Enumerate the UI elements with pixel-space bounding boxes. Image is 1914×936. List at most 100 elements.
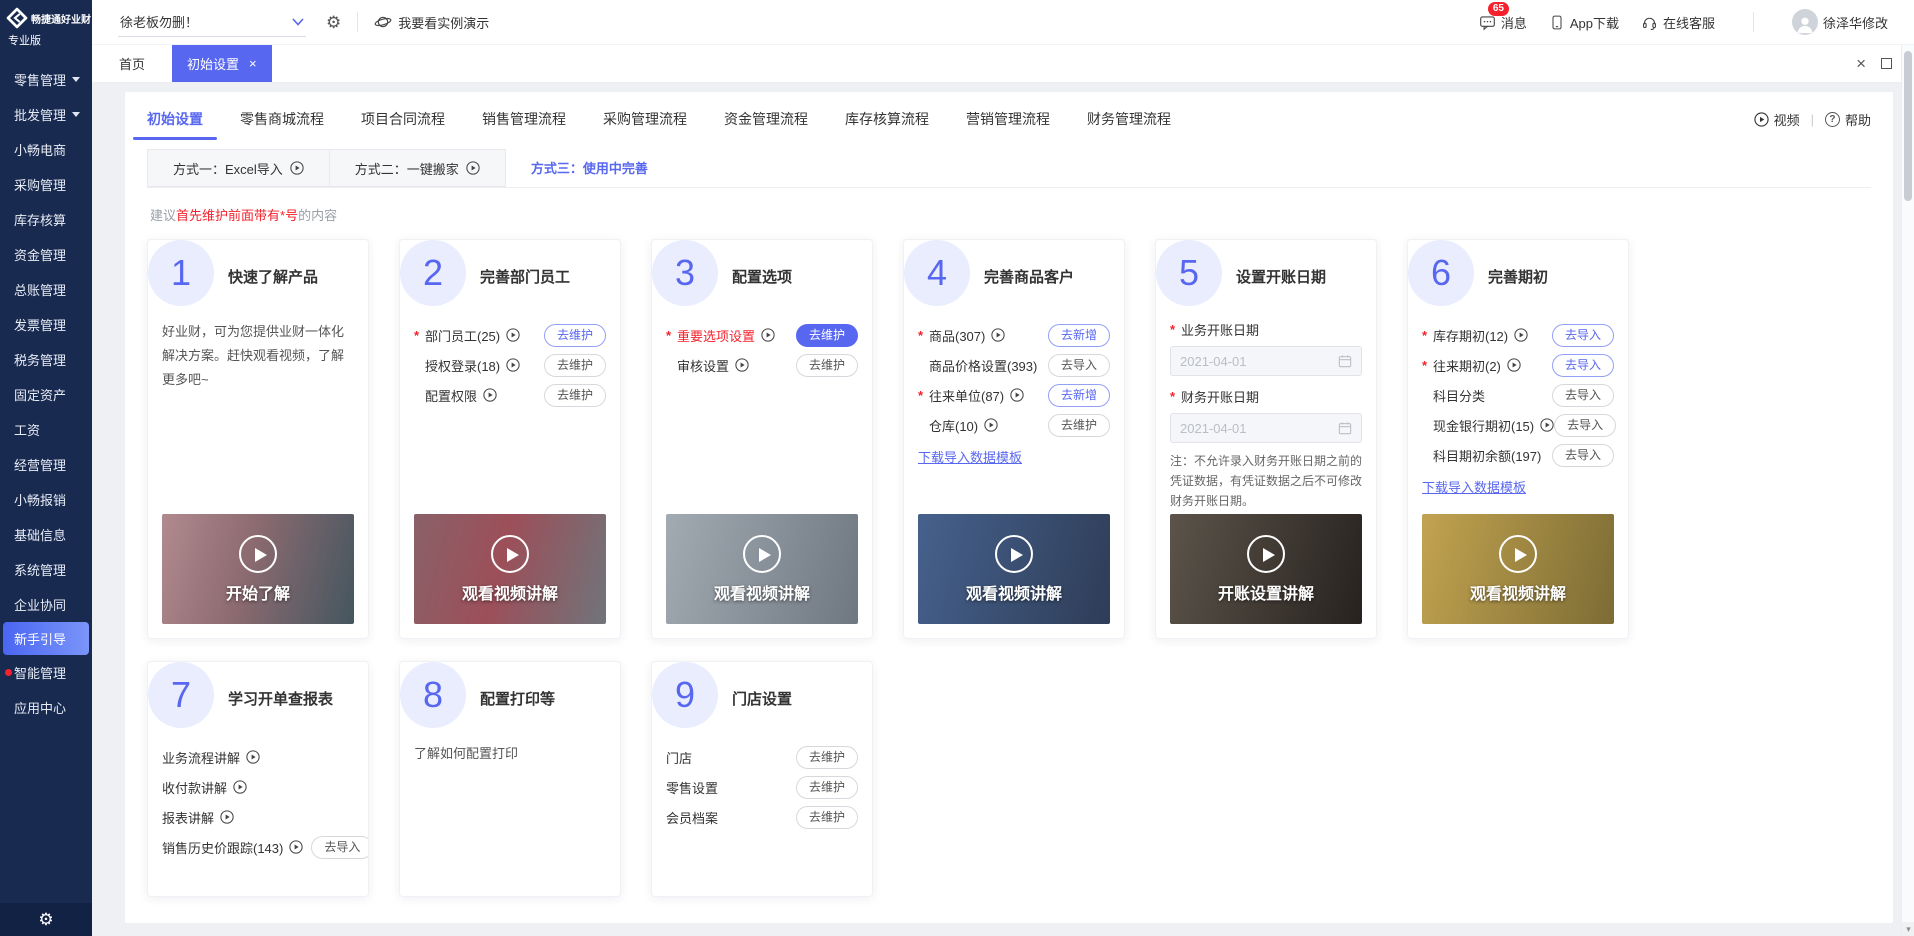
play-circle-icon[interactable] (246, 750, 260, 764)
play-circle-icon[interactable] (506, 358, 520, 372)
go-maintain-button[interactable]: 去维护 (795, 805, 858, 829)
sidebar-item-wholesale[interactable]: 批发管理 (0, 97, 92, 132)
play-circle-icon[interactable] (483, 388, 497, 402)
go-import-button[interactable]: 去导入 (1551, 443, 1614, 467)
sidebar-item-system[interactable]: 系统管理 (0, 552, 92, 587)
video-thumbnail[interactable]: 观看视频讲解 (918, 514, 1110, 624)
sidebar-item-beginner-guide[interactable]: 新手引导 (3, 622, 89, 655)
go-maintain-button[interactable]: 去维护 (795, 353, 858, 377)
gear-icon[interactable]: ⚙ (326, 14, 341, 31)
tab-finance-flow[interactable]: 财务管理流程 (1087, 109, 1171, 129)
app-download-button[interactable]: App下载 (1549, 13, 1619, 32)
sidebar-item-collaboration[interactable]: 企业协同 (0, 587, 92, 622)
play-circle-icon[interactable] (1540, 418, 1554, 432)
messages-button[interactable]: 65 消息 (1479, 1, 1527, 32)
demo-link[interactable]: 我要看实例演示 (374, 13, 489, 32)
sidebar-item-payroll[interactable]: 工资 (0, 412, 92, 447)
tab-purchase-flow[interactable]: 采购管理流程 (603, 109, 687, 129)
download-template-link[interactable]: 下载导入数据模板 (918, 447, 1022, 466)
video-button[interactable]: 视频 (1753, 110, 1800, 129)
go-add-button[interactable]: 去新增 (1047, 383, 1110, 407)
note-text: 注：不允许录入财务开账日期之前的凭证数据，有凭证数据之后不可修改财务开账日期。 (1170, 454, 1363, 508)
step-card-1: 1 快速了解产品 好业财，可为您提供业财一体化解决方案。赶快观看视频，了解更多吧… (147, 239, 369, 639)
video-thumbnail[interactable]: 开账设置讲解 (1170, 514, 1362, 624)
tab-funds-flow[interactable]: 资金管理流程 (724, 109, 808, 129)
company-selector[interactable]: 徐老板勿删！ (118, 7, 306, 37)
user-menu[interactable]: 徐泽华修改 (1791, 9, 1888, 35)
sidebar-item-inventory[interactable]: 库存核算 (0, 202, 92, 237)
online-support-button[interactable]: 在线客服 (1641, 13, 1715, 32)
play-circle-icon[interactable] (735, 358, 749, 372)
close-icon[interactable]: × (249, 56, 257, 71)
tab-marketing-flow[interactable]: 营销管理流程 (966, 109, 1050, 129)
sidebar-item-tax[interactable]: 税务管理 (0, 342, 92, 377)
play-circle-icon[interactable] (289, 840, 304, 854)
go-maintain-button[interactable]: 去维护 (795, 745, 858, 769)
headset-icon (1641, 14, 1658, 31)
sidebar-item-app-center[interactable]: 应用中心 (0, 690, 92, 725)
go-import-button[interactable]: 去导入 (1554, 413, 1617, 437)
sidebar-item-invoice[interactable]: 发票管理 (0, 307, 92, 342)
sidebar-item-basic-info[interactable]: 基础信息 (0, 517, 92, 552)
go-maintain-button[interactable]: 去维护 (543, 383, 606, 407)
tab-initial-settings[interactable]: 初始设置 × (172, 45, 272, 82)
go-maintain-button[interactable]: 去维护 (543, 323, 606, 347)
play-circle-icon[interactable] (761, 328, 775, 342)
play-circle-icon[interactable] (1507, 358, 1521, 372)
scrollbar-thumb[interactable] (1904, 51, 1912, 201)
sidebar-item-retail[interactable]: 零售管理 (0, 62, 92, 97)
go-maintain-button[interactable]: 去维护 (543, 353, 606, 377)
play-circle-icon[interactable] (1514, 328, 1528, 342)
play-circle-icon[interactable] (1010, 388, 1024, 402)
go-import-button[interactable]: 去导入 (1551, 353, 1614, 377)
play-circle-icon[interactable] (233, 780, 247, 794)
subtab-improve-in-use[interactable]: 方式三：使用中完善 (505, 149, 673, 187)
go-import-button[interactable]: 去导入 (1551, 383, 1614, 407)
smartphone-icon (1549, 14, 1565, 31)
task-row: 配置权限 去维护 (414, 380, 606, 410)
tab-initial-setup[interactable]: 初始设置 (133, 109, 217, 140)
go-maintain-button[interactable]: 去维护 (1047, 413, 1110, 437)
download-template-link[interactable]: 下载导入数据模板 (1422, 477, 1526, 496)
step-number: 3 (652, 240, 718, 306)
sidebar-settings-button[interactable]: ⚙ (0, 903, 92, 936)
subtab-excel-import[interactable]: 方式一：Excel导入 (147, 149, 330, 187)
play-circle-icon[interactable] (984, 418, 998, 432)
go-import-button[interactable]: 去导入 (1551, 323, 1614, 347)
subtab-one-click-move[interactable]: 方式二：一键搬家 (329, 149, 506, 187)
play-circle-icon[interactable] (220, 810, 234, 824)
video-thumbnail[interactable]: 观看视频讲解 (1422, 514, 1614, 624)
main-area: 初始设置 零售商城流程 项目合同流程 销售管理流程 采购管理流程 资金管理流程 … (92, 83, 1914, 936)
go-import-button[interactable]: 去导入 (1047, 353, 1110, 377)
sidebar-item-expense[interactable]: 小畅报销 (0, 482, 92, 517)
close-all-icon[interactable]: × (1856, 55, 1866, 72)
tab-home[interactable]: 首页 (92, 45, 172, 82)
sidebar-item-smart-management[interactable]: 智能管理 (0, 655, 92, 690)
sidebar-item-ledger[interactable]: 总账管理 (0, 272, 92, 307)
go-maintain-button[interactable]: 去维护 (795, 775, 858, 799)
sidebar-item-fixed-assets[interactable]: 固定资产 (0, 377, 92, 412)
card-description: 了解如何配置打印 (414, 746, 519, 761)
scroll-down-button[interactable]: ▾ (1902, 922, 1914, 936)
play-circle-icon[interactable] (991, 328, 1006, 342)
play-circle-icon[interactable] (506, 328, 520, 342)
tab-project-contract-flow[interactable]: 项目合同流程 (361, 109, 445, 129)
tab-sales-flow[interactable]: 销售管理流程 (482, 109, 566, 129)
video-thumbnail[interactable]: 观看视频讲解 (666, 514, 858, 624)
video-thumbnail[interactable]: 观看视频讲解 (414, 514, 606, 624)
sidebar-item-purchase[interactable]: 采购管理 (0, 167, 92, 202)
fullscreen-icon[interactable] (1881, 58, 1892, 69)
finance-start-date-input[interactable]: 2021-04-01 (1170, 413, 1362, 443)
sidebar-item-operations[interactable]: 经营管理 (0, 447, 92, 482)
sidebar-item-ecommerce[interactable]: 小畅电商 (0, 132, 92, 167)
help-button[interactable]: ? 帮助 (1824, 110, 1871, 129)
business-start-date-input[interactable]: 2021-04-01 (1170, 346, 1362, 376)
go-maintain-button[interactable]: 去维护 (795, 323, 858, 347)
caret-down-icon (72, 77, 81, 82)
go-import-button[interactable]: 去导入 (311, 835, 368, 859)
sidebar-item-funds[interactable]: 资金管理 (0, 237, 92, 272)
tab-retail-mall-flow[interactable]: 零售商城流程 (240, 109, 324, 129)
video-thumbnail[interactable]: 开始了解 (162, 514, 354, 624)
tab-inventory-flow[interactable]: 库存核算流程 (845, 109, 929, 129)
go-add-button[interactable]: 去新增 (1047, 323, 1110, 347)
